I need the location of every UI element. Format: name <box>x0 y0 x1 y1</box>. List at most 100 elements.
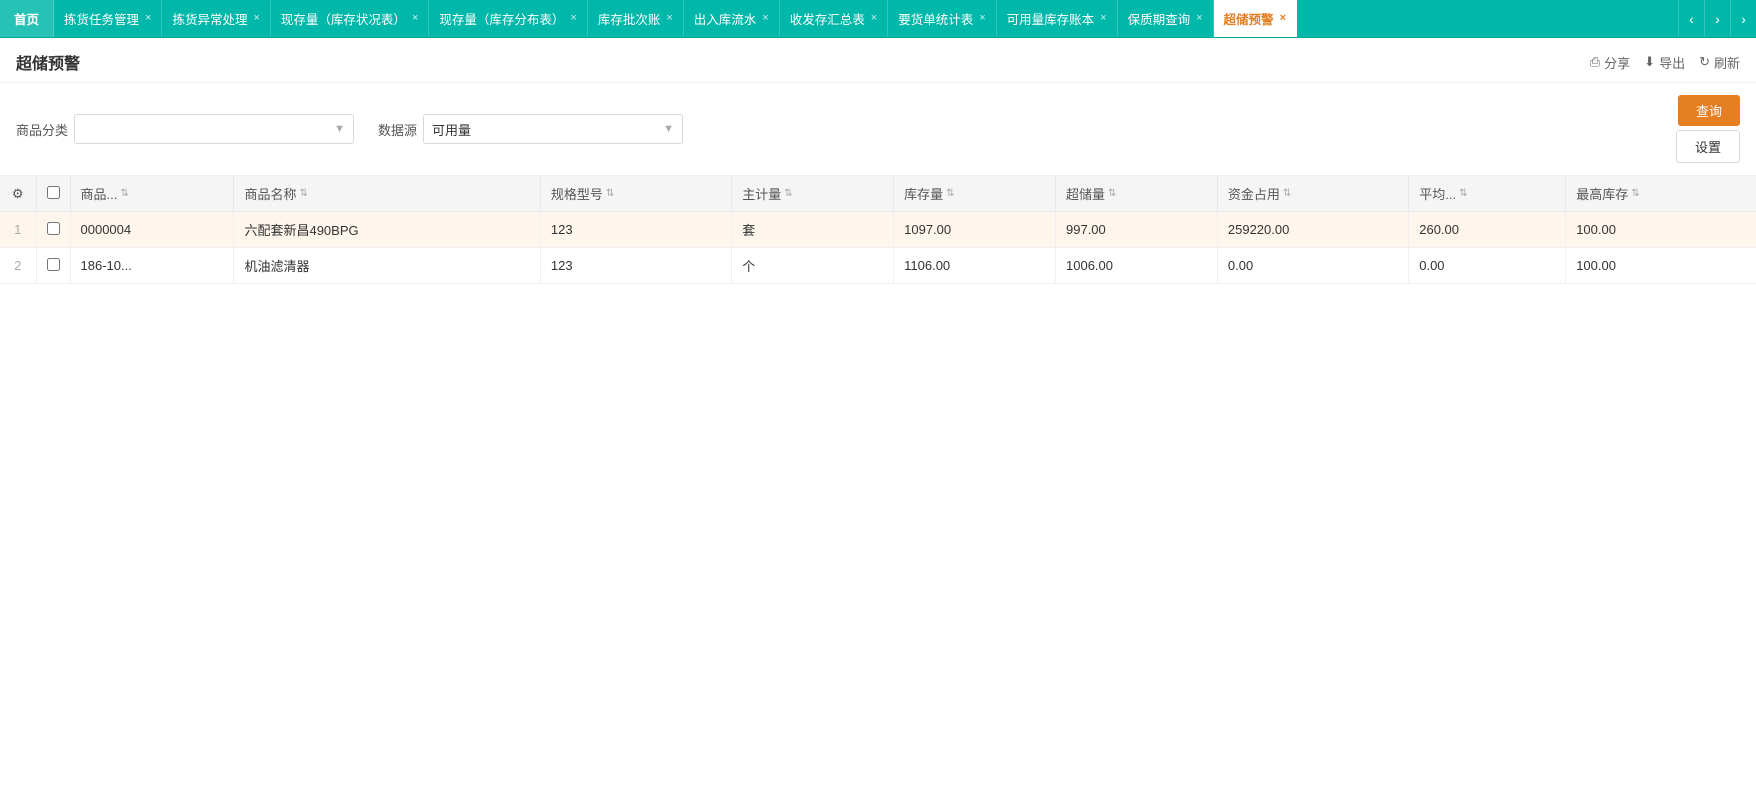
close-icon[interactable]: × <box>1280 13 1286 24</box>
column-product-name[interactable]: 商品名称 ⇅ <box>234 176 540 212</box>
cell-product-name: 六配套新昌490BPG <box>234 212 540 248</box>
sort-icon: ⇅ <box>606 188 614 199</box>
table-body: 1 0000004 六配套新昌490BPG 123 套 1097.00 997.… <box>0 212 1756 284</box>
category-label: 商品分类 <box>16 120 68 139</box>
cell-stock: 1097.00 <box>894 212 1056 248</box>
column-capital[interactable]: 资金占用 ⇅ <box>1217 176 1408 212</box>
table-row: 1 0000004 六配套新昌490BPG 123 套 1097.00 997.… <box>0 212 1756 248</box>
sort-icon: ⇅ <box>120 188 128 199</box>
select-all-checkbox[interactable] <box>47 186 60 199</box>
cell-avg: 260.00 <box>1409 212 1566 248</box>
table-wrapper: ⚙ 商品... ⇅ 商品名称 ⇅ <box>0 176 1756 284</box>
table-row: 2 186-10... 机油滤清器 123 个 1106.00 1006.00 … <box>0 248 1756 284</box>
sort-icon: ⇅ <box>1108 188 1116 199</box>
close-icon[interactable]: × <box>253 13 259 24</box>
close-icon[interactable]: × <box>871 13 877 24</box>
row-checkbox-cell <box>36 248 70 284</box>
row-number: 2 <box>0 248 36 284</box>
page-title: 超储预警 <box>16 50 80 74</box>
cell-avg: 0.00 <box>1409 248 1566 284</box>
category-filter: 商品分类 ▼ <box>16 114 354 144</box>
category-select[interactable]: ▼ <box>74 114 354 144</box>
page-content: 超储预警 ⎙ 分享 ⬇ 导出 ↻ 刷新 商品分类 ▼ 数据源 <box>0 38 1756 800</box>
cell-unit: 套 <box>732 212 894 248</box>
nav-demand-stats[interactable]: 要货单统计表 × <box>888 0 996 37</box>
nav-prev-button[interactable]: ‹ <box>1678 0 1704 38</box>
cell-spec: 123 <box>540 212 731 248</box>
row-checkbox[interactable] <box>47 222 60 235</box>
chevron-down-icon: ▼ <box>663 123 674 135</box>
cell-product-code: 0000004 <box>70 212 234 248</box>
column-unit[interactable]: 主计量 ⇅ <box>732 176 894 212</box>
export-button[interactable]: ⬇ 导出 <box>1644 53 1685 72</box>
column-max-stock[interactable]: 最高库存 ⇅ <box>1566 176 1756 212</box>
cell-overstock: 1006.00 <box>1056 248 1218 284</box>
nav-home[interactable]: 首页 <box>0 0 54 37</box>
cell-max-stock: 100.00 <box>1566 212 1756 248</box>
header-actions: ⎙ 分享 ⬇ 导出 ↻ 刷新 <box>1590 53 1740 72</box>
column-stock[interactable]: 库存量 ⇅ <box>894 176 1056 212</box>
nav-stock-status[interactable]: 现存量（库存状况表） × <box>271 0 429 37</box>
cell-product-name: 机油滤清器 <box>234 248 540 284</box>
datasource-value: 可用量 <box>432 120 471 139</box>
table-header-row: ⚙ 商品... ⇅ 商品名称 ⇅ <box>0 176 1756 212</box>
nav-stock-dist[interactable]: 现存量（库存分布表） × <box>429 0 587 37</box>
top-navigation: 首页 拣货任务管理 × 拣货异常处理 × 现存量（库存状况表） × 现存量（库存… <box>0 0 1756 38</box>
settings-button[interactable]: 设置 <box>1676 130 1740 163</box>
cell-overstock: 997.00 <box>1056 212 1218 248</box>
column-checkbox <box>36 176 70 212</box>
cell-capital: 0.00 <box>1217 248 1408 284</box>
sort-icon: ⇅ <box>1459 188 1467 199</box>
sort-icon: ⇅ <box>1631 188 1639 199</box>
nav-available-stock[interactable]: 可用量库存账本 × <box>997 0 1118 37</box>
column-product-code[interactable]: 商品... ⇅ <box>70 176 234 212</box>
close-icon[interactable]: × <box>762 13 768 24</box>
nav-inout-flow[interactable]: 出入库流水 × <box>684 0 780 37</box>
close-icon[interactable]: × <box>570 13 576 24</box>
cell-product-code: 186-10... <box>70 248 234 284</box>
cell-spec: 123 <box>540 248 731 284</box>
datasource-select[interactable]: 可用量 ▼ <box>423 114 683 144</box>
column-overstock[interactable]: 超储量 ⇅ <box>1056 176 1218 212</box>
sort-icon: ⇅ <box>1283 188 1291 199</box>
close-icon[interactable]: × <box>1196 13 1202 24</box>
cell-capital: 259220.00 <box>1217 212 1408 248</box>
page-header: 超储预警 ⎙ 分享 ⬇ 导出 ↻ 刷新 <box>0 38 1756 83</box>
share-icon: ⎙ <box>1590 54 1600 70</box>
cell-unit: 个 <box>732 248 894 284</box>
close-icon[interactable]: × <box>1100 13 1106 24</box>
export-icon: ⬇ <box>1644 54 1655 70</box>
datasource-filter: 数据源 可用量 ▼ <box>378 114 683 144</box>
row-number: 1 <box>0 212 36 248</box>
nav-more-button[interactable]: › <box>1730 0 1756 38</box>
close-icon[interactable]: × <box>145 13 151 24</box>
close-icon[interactable]: × <box>412 13 418 24</box>
refresh-button[interactable]: ↻ 刷新 <box>1699 53 1740 72</box>
sort-icon: ⇅ <box>946 188 954 199</box>
query-button[interactable]: 查询 <box>1678 95 1740 126</box>
close-icon[interactable]: × <box>666 13 672 24</box>
nav-scroll-controls: ‹ › › <box>1678 0 1756 38</box>
datasource-label: 数据源 <box>378 120 417 139</box>
column-settings[interactable]: ⚙ <box>0 176 36 212</box>
close-icon[interactable]: × <box>979 13 985 24</box>
row-checkbox[interactable] <box>47 258 60 271</box>
nav-overstock-warning[interactable]: 超储预警 × <box>1214 0 1297 37</box>
column-avg[interactable]: 平均... ⇅ <box>1409 176 1566 212</box>
gear-icon: ⚙ <box>12 186 24 201</box>
column-spec[interactable]: 规格型号 ⇅ <box>540 176 731 212</box>
nav-batch[interactable]: 库存批次账 × <box>588 0 684 37</box>
cell-max-stock: 100.00 <box>1566 248 1756 284</box>
filter-buttons: 查询 设置 <box>1676 95 1740 163</box>
sort-icon: ⇅ <box>784 188 792 199</box>
data-table: ⚙ 商品... ⇅ 商品名称 ⇅ <box>0 176 1756 284</box>
nav-summary[interactable]: 收发存汇总表 × <box>780 0 888 37</box>
share-button[interactable]: ⎙ 分享 <box>1590 53 1630 72</box>
nav-next-button[interactable]: › <box>1704 0 1730 38</box>
nav-quality-expiry[interactable]: 保质期查询 × <box>1118 0 1214 37</box>
nav-exception[interactable]: 拣货异常处理 × <box>162 0 270 37</box>
refresh-icon: ↻ <box>1699 54 1710 70</box>
sort-icon: ⇅ <box>299 188 307 199</box>
nav-task-mgmt[interactable]: 拣货任务管理 × <box>54 0 162 37</box>
filter-row: 商品分类 ▼ 数据源 可用量 ▼ 查询 设置 <box>0 83 1756 176</box>
